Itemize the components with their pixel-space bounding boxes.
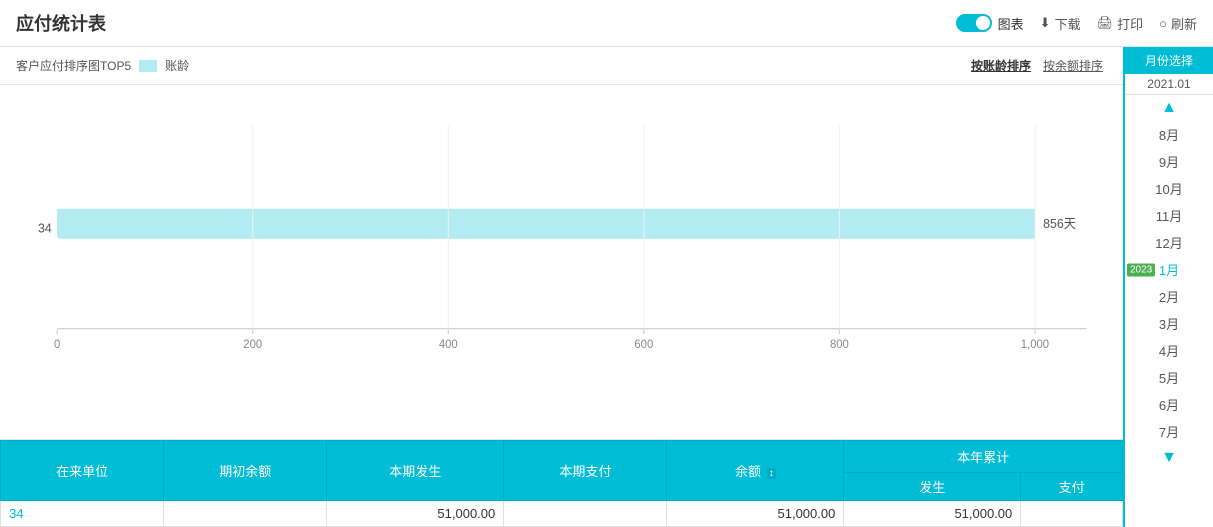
print-icon: 🖨: [1097, 15, 1114, 31]
unit-link[interactable]: 34: [9, 506, 23, 521]
sidebar-month-1[interactable]: 2023 1月: [1125, 256, 1213, 283]
refresh-label: 刷新: [1171, 14, 1197, 33]
sidebar-month-6[interactable]: 6月: [1125, 391, 1213, 418]
sidebar-title: 月份选择: [1125, 47, 1213, 74]
cell-lei-ji-fa-sheng: 51,000.00: [844, 501, 1021, 527]
chart-toggle-wrap[interactable]: 图表: [956, 14, 1024, 33]
sidebar-month-8[interactable]: 8月: [1125, 121, 1213, 148]
svg-text:1,000: 1,000: [1021, 339, 1049, 351]
sidebar-month-7[interactable]: 7月: [1125, 418, 1213, 445]
sidebar-down-button[interactable]: ▼: [1125, 445, 1213, 471]
legend-box: [139, 60, 157, 72]
header-actions: 图表 ⬇ 下载 🖨 打印 ○ 刷新: [956, 14, 1197, 33]
download-button[interactable]: ⬇ 下载: [1040, 14, 1081, 33]
col-header-qi-chu: 期初余额: [164, 441, 327, 501]
page-title: 应付统计表: [16, 10, 956, 36]
svg-text:800: 800: [830, 339, 849, 351]
svg-text:34: 34: [38, 221, 52, 235]
year-badge-2023: 2023: [1127, 263, 1155, 276]
sidebar-month-4[interactable]: 4月: [1125, 337, 1213, 364]
bar-chart: 34 856天 0 200 400 600: [16, 93, 1107, 393]
table-row: 34 51,000.00 51,000.00 51,000.00: [1, 501, 1123, 527]
chart-toggle[interactable]: [956, 14, 992, 32]
month-sidebar: 月份选择 2021.01 ▲ 8月 9月 10月 11月 12月 2023 1月…: [1123, 47, 1213, 527]
data-table: 在来单位 期初余额 本期发生 本期支付 余额 ↕ 本年累计 发生: [0, 439, 1123, 527]
chart-container: 34 856天 0 200 400 600: [0, 85, 1123, 439]
sort-by-age-button[interactable]: 按账龄排序: [967, 55, 1035, 76]
legend-text: 客户应付排序图TOP5: [16, 57, 131, 74]
cell-yu-e: 51,000.00: [667, 501, 844, 527]
sort-indicator-icon: ↕: [767, 468, 776, 479]
chart-header: 客户应付排序图TOP5 账龄 按账龄排序 按余额排序: [0, 47, 1123, 85]
download-icon: ⬇: [1040, 15, 1051, 31]
sidebar-month-3[interactable]: 3月: [1125, 310, 1213, 337]
sidebar-month-2[interactable]: 2月: [1125, 283, 1213, 310]
cell-ben-qi-fa-sheng: 51,000.00: [327, 501, 504, 527]
print-label: 打印: [1117, 14, 1143, 33]
cell-ben-qi-zhi-fu: [504, 501, 667, 527]
svg-text:856天: 856天: [1043, 217, 1076, 231]
col-header-lei-ji-zhi-fu: 支付: [1021, 473, 1123, 501]
svg-text:0: 0: [54, 339, 60, 351]
col-header-yu-e: 余额 ↕: [667, 441, 844, 501]
sidebar-month-12[interactable]: 12月: [1125, 229, 1213, 256]
chart-legend: 客户应付排序图TOP5 账龄: [16, 57, 967, 74]
svg-text:400: 400: [439, 339, 458, 351]
col-header-lei-ji-fa-sheng: 发生: [844, 473, 1021, 501]
col-header-ben-qi-fa-sheng: 本期发生: [327, 441, 504, 501]
print-button[interactable]: 🖨 打印: [1097, 14, 1144, 33]
legend-box-label: 账龄: [165, 57, 189, 74]
chart-sort-buttons: 按账龄排序 按余额排序: [967, 55, 1107, 76]
sidebar-month-11[interactable]: 11月: [1125, 202, 1213, 229]
cell-unit: 34: [1, 501, 164, 527]
sidebar-month-9[interactable]: 9月: [1125, 148, 1213, 175]
download-label: 下载: [1055, 14, 1081, 33]
col-header-ben-qi-zhi-fu: 本期支付: [504, 441, 667, 501]
toggle-label: 图表: [998, 14, 1024, 33]
yu-e-label: 余额: [735, 464, 761, 479]
refresh-icon: ○: [1159, 16, 1167, 31]
sidebar-year-display: 2021.01: [1125, 74, 1213, 95]
sidebar-month-5[interactable]: 5月: [1125, 364, 1213, 391]
col-header-ben-nian-lei-ji: 本年累计: [844, 441, 1123, 473]
col-header-unit: 在来单位: [1, 441, 164, 501]
svg-text:200: 200: [243, 339, 262, 351]
refresh-button[interactable]: ○ 刷新: [1159, 14, 1197, 33]
cell-qi-chu: [164, 501, 327, 527]
svg-text:600: 600: [634, 339, 653, 351]
sort-by-balance-button[interactable]: 按余额排序: [1039, 55, 1107, 76]
sidebar-month-10[interactable]: 10月: [1125, 175, 1213, 202]
sidebar-up-button[interactable]: ▲: [1125, 95, 1213, 121]
cell-lei-ji-zhi-fu: [1021, 501, 1123, 527]
